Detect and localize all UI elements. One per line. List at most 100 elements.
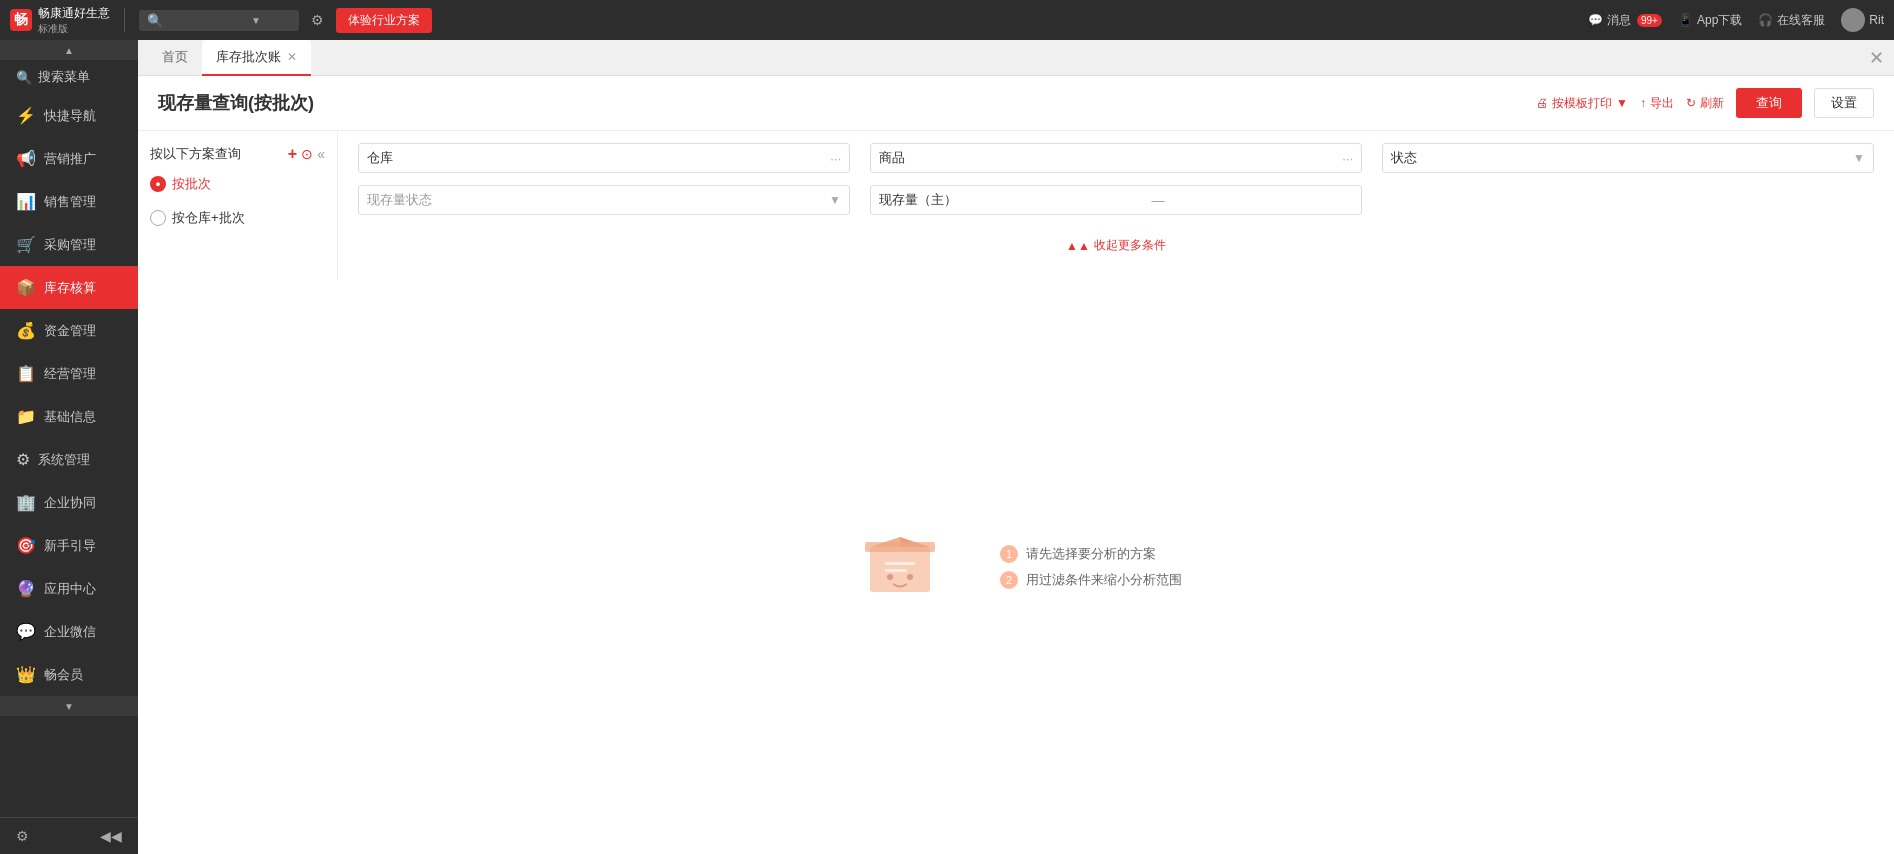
inv-qty-min[interactable] bbox=[963, 193, 1146, 208]
message-btn[interactable]: 💬 消息 99+ bbox=[1588, 12, 1662, 29]
sidebar-label-basic: 基础信息 bbox=[44, 408, 96, 426]
sidebar-scroll-down[interactable]: ▼ bbox=[0, 696, 138, 716]
refresh-btn[interactable]: ↻ 刷新 bbox=[1686, 95, 1724, 112]
message-icon: 💬 bbox=[1588, 13, 1603, 27]
sidebar-label-finance: 资金管理 bbox=[44, 322, 96, 340]
svg-point-4 bbox=[887, 574, 893, 580]
scheme-panel-header: 按以下方案查询 + ⊙ « bbox=[138, 141, 337, 167]
app-download-btn[interactable]: 📱 App下载 bbox=[1678, 12, 1742, 29]
sidebar-item-system[interactable]: ⚙ 系统管理 bbox=[0, 438, 138, 481]
empty-row: 1 请先选择要分析的方案 2 用过滤条件来缩小分析范围 bbox=[850, 507, 1182, 627]
print-dropdown-icon: ▼ bbox=[1616, 96, 1628, 110]
scheme-collapse-btn[interactable]: « bbox=[317, 146, 325, 162]
print-btn[interactable]: 🖨 按模板打印 ▼ bbox=[1536, 95, 1628, 112]
user-name: Rit bbox=[1869, 13, 1884, 27]
user-area[interactable]: Rit bbox=[1841, 8, 1884, 32]
sidebar-item-enterprise[interactable]: 🏢 企业协同 bbox=[0, 481, 138, 524]
search-icon: 🔍 bbox=[16, 70, 32, 85]
sidebar-item-finance[interactable]: 💰 资金管理 bbox=[0, 309, 138, 352]
warehouse-more-btn[interactable]: ··· bbox=[830, 151, 841, 166]
empty-state-illustration bbox=[850, 507, 950, 607]
company-name: 畅康通好生意 bbox=[38, 5, 110, 22]
scheme-label-warehouse-batch: 按仓库+批次 bbox=[172, 209, 245, 227]
sidebar-item-appstore[interactable]: 🔮 应用中心 bbox=[0, 567, 138, 610]
sidebar-item-operation[interactable]: 📋 经营管理 bbox=[0, 352, 138, 395]
basic-icon: 📁 bbox=[16, 407, 36, 426]
tab-close-btn[interactable]: ✕ bbox=[287, 50, 297, 64]
system-icon: ⚙ bbox=[16, 450, 30, 469]
status-select[interactable]: 状态 ▼ bbox=[1382, 143, 1874, 173]
inv-qty-label: 现存量（主） bbox=[879, 191, 957, 209]
search-dropdown-btn[interactable]: ▼ bbox=[251, 15, 261, 26]
product-input[interactable] bbox=[911, 151, 1336, 166]
settings-icon-btn[interactable]: ⚙ bbox=[307, 12, 328, 28]
refresh-icon: ↻ bbox=[1686, 96, 1696, 110]
logo-area: 畅 畅康通好生意 标准版 bbox=[10, 5, 110, 36]
sidebar-label-enterprise: 企业协同 bbox=[44, 494, 96, 512]
warehouse-input-area[interactable]: 仓库 ··· bbox=[358, 143, 850, 173]
sidebar-item-shortcut[interactable]: ⚡ 快捷导航 bbox=[0, 94, 138, 137]
tip-text-1: 请先选择要分析的方案 bbox=[1026, 545, 1156, 563]
sidebar-bottom: ⚙ ◀◀ bbox=[0, 817, 138, 854]
tab-batch-inventory[interactable]: 库存批次账 ✕ bbox=[202, 40, 311, 76]
product-field: 商品 ··· bbox=[870, 143, 1362, 173]
inv-qty-range: 现存量（主） — bbox=[870, 185, 1362, 215]
inv-status-select[interactable]: 现存量状态 ▼ bbox=[358, 185, 850, 215]
refresh-label: 刷新 bbox=[1700, 95, 1724, 112]
page-content: 现存量查询(按批次) 🖨 按模板打印 ▼ ↑ 导出 ↻ 刷新 bbox=[138, 76, 1894, 854]
appstore-icon: 🔮 bbox=[16, 579, 36, 598]
scheme-add-btn[interactable]: + bbox=[288, 145, 297, 163]
sidebar-collapse-btn[interactable]: ◀◀ bbox=[100, 828, 122, 844]
search-bar[interactable]: 🔍 ▼ bbox=[139, 10, 299, 31]
sidebar-label-inventory: 库存核算 bbox=[44, 279, 96, 297]
export-btn[interactable]: ↑ 导出 bbox=[1640, 95, 1674, 112]
svg-rect-3 bbox=[885, 569, 907, 572]
collapse-arrow-icon: ▲▲ bbox=[1066, 239, 1090, 253]
main-layout: ▲ 🔍 搜索菜单 ⚡ 快捷导航 📢 营销推广 📊 销售管理 🛒 采购管理 📦 库… bbox=[0, 40, 1894, 854]
tab-home[interactable]: 首页 bbox=[148, 40, 202, 76]
online-service-btn[interactable]: 🎧 在线客服 bbox=[1758, 12, 1825, 29]
shortcut-icon: ⚡ bbox=[16, 106, 36, 125]
scheme-item-by-warehouse-batch[interactable]: 按仓库+批次 bbox=[138, 201, 337, 235]
marketing-icon: 📢 bbox=[16, 149, 36, 168]
sidebar-item-sales[interactable]: 📊 销售管理 bbox=[0, 180, 138, 223]
scheme-settings-btn[interactable]: ⊙ bbox=[301, 146, 313, 162]
sidebar-settings-btn[interactable]: ⚙ bbox=[16, 828, 29, 844]
status-field: 状态 ▼ bbox=[1382, 143, 1874, 173]
filter-settings-btn[interactable]: 设置 bbox=[1814, 88, 1874, 118]
panel-close-btn[interactable]: ✕ bbox=[1869, 49, 1884, 67]
sidebar-item-newbie[interactable]: 🎯 新手引导 bbox=[0, 524, 138, 567]
sidebar-item-purchase[interactable]: 🛒 采购管理 bbox=[0, 223, 138, 266]
scheme-item-by-batch[interactable]: ● 按批次 bbox=[138, 167, 337, 201]
service-icon: 🎧 bbox=[1758, 13, 1773, 27]
range-dash: — bbox=[1152, 193, 1165, 208]
sidebar-item-inventory[interactable]: 📦 库存核算 bbox=[0, 266, 138, 309]
empty-state: 1 请先选择要分析的方案 2 用过滤条件来缩小分析范围 bbox=[138, 280, 1894, 854]
warehouse-input[interactable] bbox=[399, 151, 824, 166]
inv-qty-field: 现存量（主） — bbox=[870, 185, 1362, 215]
sidebar-item-marketing[interactable]: 📢 营销推广 bbox=[0, 137, 138, 180]
sidebar-label-system: 系统管理 bbox=[38, 451, 90, 469]
status-label: 状态 bbox=[1391, 149, 1417, 167]
scheme-actions: + ⊙ « bbox=[288, 145, 325, 163]
sidebar-item-member[interactable]: 👑 畅会员 bbox=[0, 653, 138, 696]
content-area: 首页 库存批次账 ✕ ✕ 现存量查询(按批次) 🖨 按模板打印 ▼ bbox=[138, 40, 1894, 854]
inv-qty-max[interactable] bbox=[1171, 193, 1354, 208]
sidebar-scroll-up[interactable]: ▲ bbox=[0, 40, 138, 60]
product-more-btn[interactable]: ··· bbox=[1342, 151, 1353, 166]
tip-text-2: 用过滤条件来缩小分析范围 bbox=[1026, 571, 1182, 589]
sidebar-item-search[interactable]: 🔍 搜索菜单 bbox=[0, 60, 138, 94]
sidebar-item-wechat[interactable]: 💬 企业微信 bbox=[0, 610, 138, 653]
sidebar-item-basic[interactable]: 📁 基础信息 bbox=[0, 395, 138, 438]
product-input-area[interactable]: 商品 ··· bbox=[870, 143, 1362, 173]
sales-icon: 📊 bbox=[16, 192, 36, 211]
sidebar-label-wechat: 企业微信 bbox=[44, 623, 96, 641]
collapse-label: 收起更多条件 bbox=[1094, 237, 1166, 254]
version-label: 标准版 bbox=[38, 22, 110, 36]
search-input[interactable] bbox=[167, 13, 247, 27]
query-btn[interactable]: 查询 bbox=[1736, 88, 1802, 118]
collapse-btn[interactable]: ▲▲ 收起更多条件 bbox=[1060, 231, 1172, 260]
avatar bbox=[1841, 8, 1865, 32]
logo-icon: 畅 bbox=[10, 9, 32, 31]
experience-btn[interactable]: 体验行业方案 bbox=[336, 8, 432, 33]
